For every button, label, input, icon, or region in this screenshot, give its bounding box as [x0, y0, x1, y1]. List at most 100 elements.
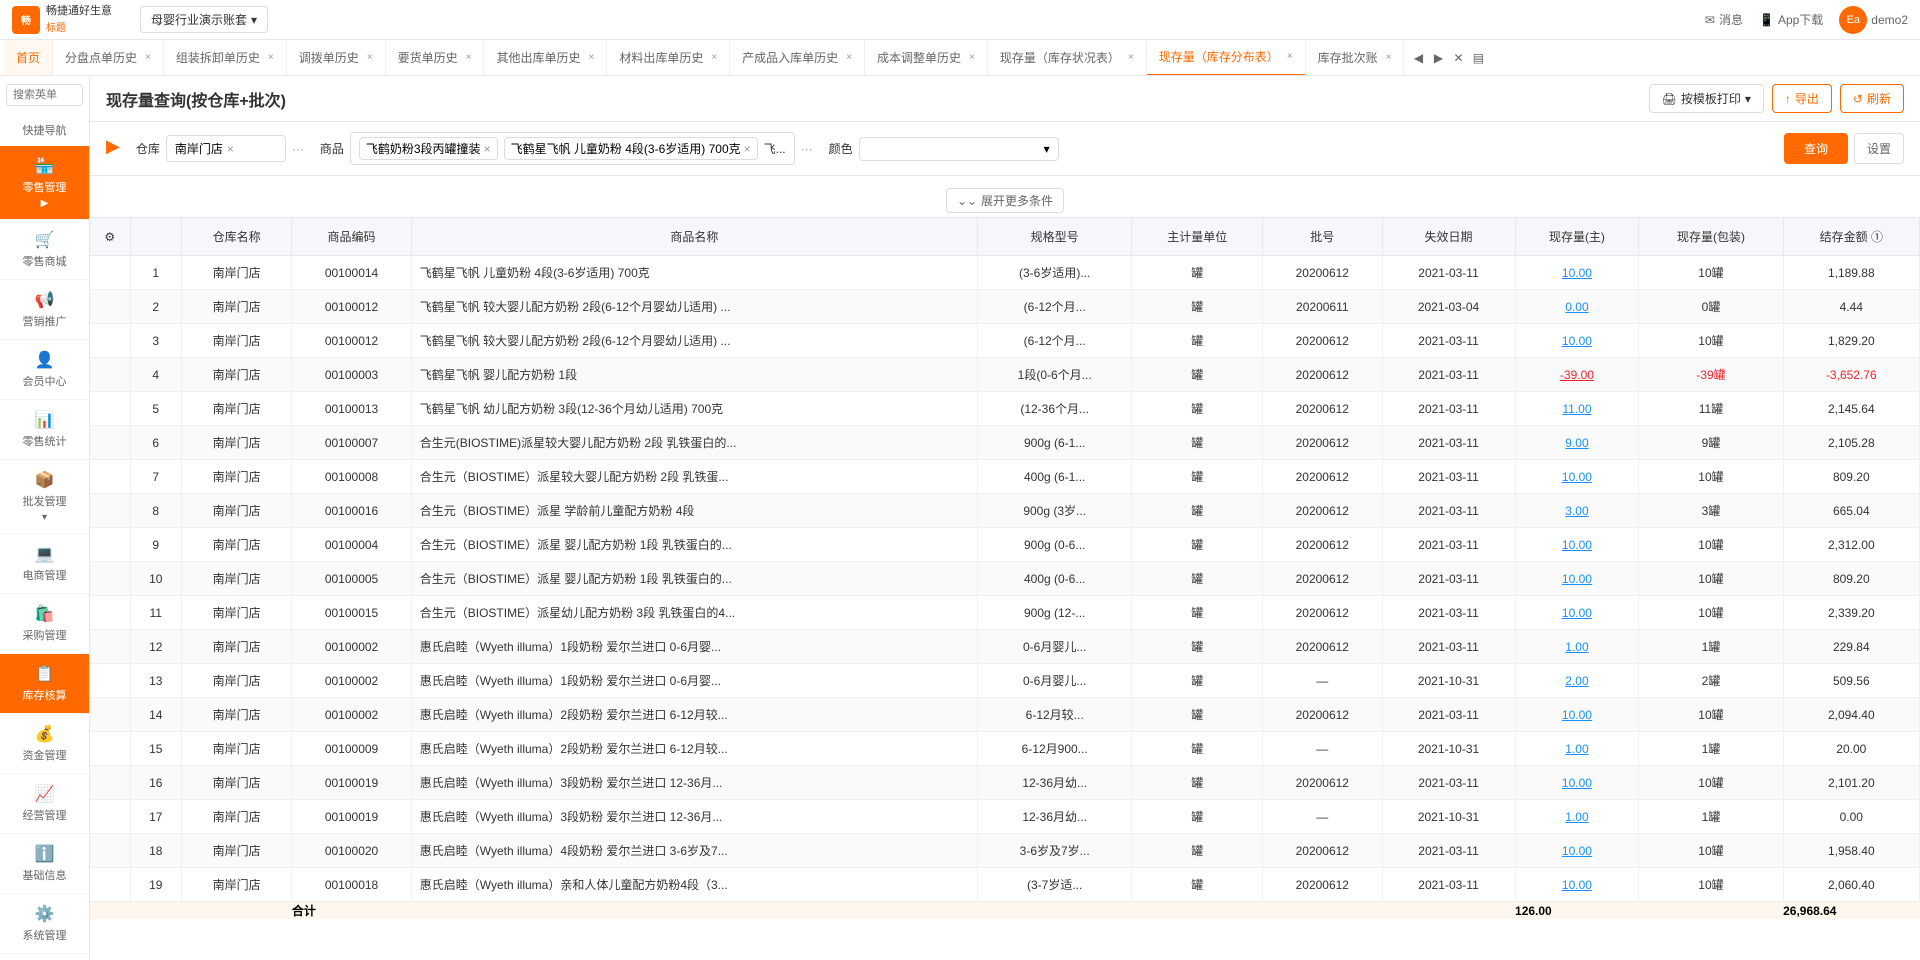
- print-btn[interactable]: 🖨 按模板打印 ▾: [1649, 84, 1764, 113]
- table-cell[interactable]: 0.00: [1515, 290, 1639, 324]
- close-icon[interactable]: ×: [268, 52, 274, 63]
- close-icon[interactable]: ×: [1287, 51, 1293, 62]
- sidebar-item-系统管理[interactable]: ⚙️ 系统管理: [0, 894, 89, 954]
- tab-现存量库存状况表[interactable]: 现存量（库存状况表） ×: [988, 40, 1147, 76]
- product-tag-1[interactable]: 飞鹤奶粉3段丙罐撞装 ×: [359, 137, 498, 160]
- table-cell: 00100015: [292, 596, 411, 630]
- user-area[interactable]: Ea demo2: [1839, 6, 1908, 34]
- table-cell: 南岸门店: [182, 460, 292, 494]
- search-input[interactable]: [6, 84, 83, 106]
- sidebar-item-零售统计[interactable]: 📊 零售统计: [0, 400, 89, 460]
- tab-产成品入库单历史[interactable]: 产成品入库单历史 ×: [730, 40, 865, 76]
- table-row: 9南岸门店00100004合生元（BIOSTIME）派星 婴儿配方奶粉 1段 乳…: [90, 528, 1920, 562]
- settings-btn[interactable]: 设置: [1854, 133, 1904, 164]
- table-cell[interactable]: 1.00: [1515, 732, 1639, 766]
- sidebar-item-库存核算[interactable]: 📋 库存核算: [0, 654, 89, 714]
- expand-more-btn[interactable]: ⌄⌄ 展开更多条件: [946, 188, 1064, 213]
- close-icon[interactable]: ×: [1386, 52, 1392, 63]
- close-icon[interactable]: ×: [711, 52, 717, 63]
- sidebar-item-营销推广[interactable]: 📢 营销推广: [0, 280, 89, 340]
- warehouse-input[interactable]: 南岸门店 ×: [166, 135, 286, 162]
- sidebar-item-资金管理[interactable]: 💰 资金管理: [0, 714, 89, 774]
- table-cell[interactable]: 10.00: [1515, 698, 1639, 732]
- tab-next-btn[interactable]: ▶: [1428, 48, 1448, 68]
- tab-组装拆卸单历史[interactable]: 组装拆卸单历史 ×: [164, 40, 287, 76]
- tab-调拨单历史[interactable]: 调拨单历史 ×: [287, 40, 386, 76]
- close-icon[interactable]: ×: [1128, 52, 1134, 63]
- table-cell: 00100016: [292, 494, 411, 528]
- sidebar-item-电商管理[interactable]: 💻 电商管理: [0, 534, 89, 594]
- tag-close-icon[interactable]: ×: [744, 142, 751, 156]
- table-cell[interactable]: 10.00: [1515, 460, 1639, 494]
- tab-现存量库存分布表[interactable]: 现存量（库存分布表） ×: [1147, 40, 1306, 76]
- tab-close-btn[interactable]: ✕: [1448, 48, 1468, 68]
- sidebar-item-基础信息[interactable]: ℹ️ 基础信息: [0, 834, 89, 894]
- table-cell[interactable]: 10.00: [1515, 324, 1639, 358]
- color-input[interactable]: ▾: [859, 137, 1059, 161]
- table-cell: 飞鹤星飞帆 较大婴儿配方奶粉 2段(6-12个月婴幼儿适用) ...: [411, 324, 977, 358]
- sidebar-quick-nav[interactable]: 快捷导航: [0, 114, 89, 146]
- table-cell[interactable]: 3.00: [1515, 494, 1639, 528]
- warehouse-label: 仓库: [136, 140, 160, 157]
- table-cell: 10罐: [1639, 834, 1783, 868]
- table-cell[interactable]: -39.00: [1515, 358, 1639, 392]
- tab-材料出库单历史[interactable]: 材料出库单历史 ×: [607, 40, 730, 76]
- table-cell[interactable]: 10.00: [1515, 256, 1639, 290]
- close-icon[interactable]: ×: [846, 52, 852, 63]
- tab-分盘点单历史[interactable]: 分盘点单历史 ×: [53, 40, 164, 76]
- tab-要货单历史[interactable]: 要货单历史 ×: [386, 40, 485, 76]
- table-cell[interactable]: 10.00: [1515, 766, 1639, 800]
- close-icon[interactable]: ×: [969, 52, 975, 63]
- table-cell[interactable]: 9.00: [1515, 426, 1639, 460]
- tab-成本调整单历史[interactable]: 成本调整单历史 ×: [865, 40, 988, 76]
- tab-menu-btn[interactable]: ▤: [1468, 48, 1488, 68]
- table-cell: 1,829.20: [1783, 324, 1919, 358]
- table-cell: [90, 698, 130, 732]
- product-input[interactable]: 飞鹤奶粉3段丙罐撞装 × 飞鹤星飞帆 儿童奶粉 4段(3-6岁适用) 700克 …: [350, 132, 795, 165]
- close-icon[interactable]: ×: [466, 52, 472, 63]
- close-icon[interactable]: ×: [367, 52, 373, 63]
- close-icon[interactable]: ×: [588, 52, 594, 63]
- table-cell: 惠氏启睦（Wyeth illuma）1段奶粉 爱尔兰进口 0-6月婴...: [411, 630, 977, 664]
- sidebar-item-零售管理[interactable]: 🏪 零售管理 ▶: [0, 146, 89, 220]
- table-cell: [90, 664, 130, 698]
- filter-expand-arrow[interactable]: ▶: [106, 132, 120, 157]
- tab-prev-btn[interactable]: ◀: [1408, 48, 1428, 68]
- footer-qty-main: 126.00: [1515, 902, 1639, 920]
- query-btn[interactable]: 查询: [1784, 133, 1848, 164]
- tag-close-icon[interactable]: ×: [484, 142, 491, 156]
- table-cell[interactable]: 11.00: [1515, 392, 1639, 426]
- app-download-btn[interactable]: 📱 App下载: [1759, 11, 1823, 28]
- top-bar: 畅 畅捷通好生意 标题 母婴行业演示账套 ▾ ✉ 消息 📱 App下载 Ea d…: [0, 0, 1920, 40]
- message-btn[interactable]: ✉ 消息: [1705, 11, 1743, 28]
- table-cell[interactable]: 10.00: [1515, 834, 1639, 868]
- table-cell: 6: [130, 426, 182, 460]
- table-cell[interactable]: 10.00: [1515, 868, 1639, 902]
- tab-其他出库单历史[interactable]: 其他出库单历史 ×: [484, 40, 607, 76]
- sidebar-item-批发管理[interactable]: 📦 批发管理 ▾: [0, 460, 89, 534]
- sidebar-item-采购管理[interactable]: 🛍️ 采购管理: [0, 594, 89, 654]
- tab-home[interactable]: 首页: [4, 40, 53, 76]
- refresh-btn[interactable]: ↺ 刷新: [1840, 84, 1904, 113]
- table-cell[interactable]: 10.00: [1515, 528, 1639, 562]
- table-cell: 00100002: [292, 630, 411, 664]
- tab-库存批次账[interactable]: 库存批次账 ×: [1306, 40, 1405, 76]
- table-cell[interactable]: 1.00: [1515, 800, 1639, 834]
- gear-icon[interactable]: ⚙: [104, 230, 115, 244]
- close-icon[interactable]: ×: [145, 52, 151, 63]
- table-cell[interactable]: 2.00: [1515, 664, 1639, 698]
- sidebar-item-零售商城[interactable]: 🛒 零售商城: [0, 220, 89, 280]
- export-btn[interactable]: ↑ 导出: [1772, 84, 1832, 113]
- table-cell: 2021-10-31: [1382, 800, 1515, 834]
- table-cell: 1罐: [1639, 800, 1783, 834]
- table-cell[interactable]: 10.00: [1515, 596, 1639, 630]
- tag-close-icon[interactable]: ×: [227, 142, 234, 156]
- store-selector[interactable]: 母婴行业演示账套 ▾: [140, 6, 268, 33]
- table-cell[interactable]: 10.00: [1515, 562, 1639, 596]
- sidebar-item-经营管理[interactable]: 📈 经营管理: [0, 774, 89, 834]
- table-cell: 南岸门店: [182, 256, 292, 290]
- sidebar-item-企业协同[interactable]: 🤝 企业协同: [0, 954, 89, 960]
- sidebar-item-会员中心[interactable]: 👤 会员中心: [0, 340, 89, 400]
- table-cell[interactable]: 1.00: [1515, 630, 1639, 664]
- product-tag-2[interactable]: 飞鹤星飞帆 儿童奶粉 4段(3-6岁适用) 700克 ×: [504, 137, 758, 160]
